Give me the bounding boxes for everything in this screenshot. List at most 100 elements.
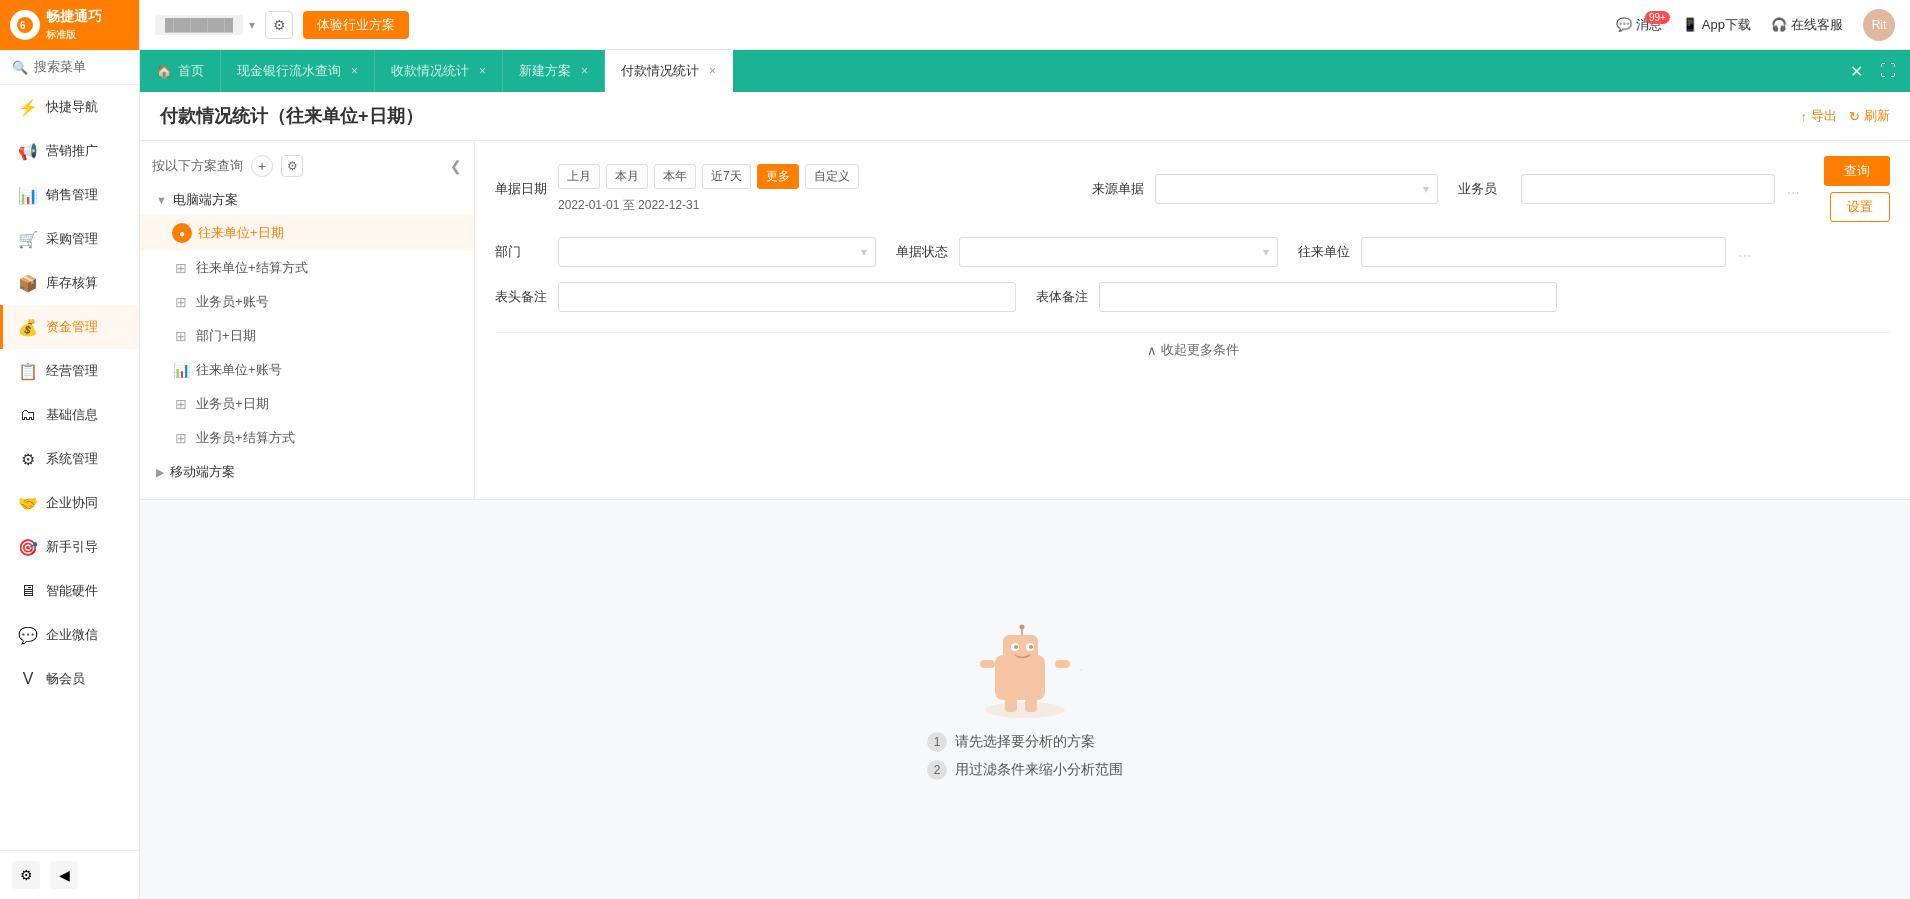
note-header-input[interactable] (558, 282, 1016, 312)
sidebar-item-quick-nav[interactable]: ⚡ 快捷导航 (0, 85, 139, 129)
scheme-gear-btn[interactable]: ⚙ (281, 155, 303, 177)
tip-num-2: 2 (927, 760, 947, 780)
last-7-btn[interactable]: 近7天 (702, 164, 751, 189)
topbar-right: 💬 消息 99+ 📱 App下载 🎧 在线客服 Rit (1616, 9, 1895, 41)
tabs-bar: 🏠 首页 现金银行流水查询 × 收款情况统计 × 新建方案 × 付款情况统计 ×… (140, 50, 1910, 92)
filter-salesperson-field: 业务员 ... (1458, 174, 1804, 204)
sidebar-item-label: 企业微信 (46, 626, 98, 644)
note-body-label: 表体备注 (1036, 288, 1091, 306)
topbar-dropdown-btn[interactable]: ▾ (249, 18, 255, 32)
scheme-grid-icon: ⊞ (172, 429, 190, 447)
filter-row-2: 部门 ▾ 单据状态 ▾ 往来单位 ... (495, 237, 1890, 267)
sidebar-item-member[interactable]: V 畅会员 (0, 657, 139, 701)
tab-home[interactable]: 🏠 首页 (140, 50, 221, 92)
more-btn[interactable]: 更多 (757, 164, 799, 189)
scheme-item-unit-settle[interactable]: ⊞ 往来单位+结算方式 (140, 251, 474, 285)
sidebar-item-basic[interactable]: 🗂 基础信息 (0, 393, 139, 437)
mobile-section-title[interactable]: ▶ 移动端方案 (140, 455, 474, 489)
avatar-text: Rit (1872, 18, 1887, 32)
topbar-service-btn[interactable]: 🎧 在线客服 (1771, 16, 1843, 34)
desktop-section-title[interactable]: ▼ 电脑端方案 (140, 185, 474, 215)
app-icon: 📱 (1682, 17, 1698, 32)
topbar-gear-btn[interactable]: ⚙ (265, 11, 293, 39)
tab-payment-stats[interactable]: 付款情况统计 × (605, 50, 733, 92)
scheme-item-dept-date[interactable]: ⊞ 部门+日期 (140, 319, 474, 353)
svg-rect-9 (980, 660, 995, 668)
scheme-item-staff-account[interactable]: ⊞ 业务员+账号 (140, 285, 474, 319)
collapse-more-btn[interactable]: ∧ 收起更多条件 (495, 332, 1890, 367)
sidebar-item-finance[interactable]: 💰 资金管理 (0, 305, 139, 349)
sidebar-item-operation[interactable]: 📋 经营管理 (0, 349, 139, 393)
settings-btn[interactable]: 设置 (1830, 192, 1890, 222)
company-name-label[interactable]: ████████ (155, 15, 243, 35)
sidebar-item-label: 基础信息 (46, 406, 98, 424)
empty-illustration (965, 620, 1085, 720)
sidebar-search[interactable]: 🔍 搜索菜单 (0, 50, 139, 85)
unit-select[interactable] (1361, 237, 1726, 267)
sidebar-item-sales[interactable]: 📊 销售管理 (0, 173, 139, 217)
empty-tips: 1 请先选择要分析的方案 2 用过滤条件来缩小分析范围 (927, 732, 1123, 780)
sidebar-item-label: 畅会员 (46, 670, 85, 688)
tip-num-1: 1 (927, 732, 947, 752)
source-doc-select[interactable]: ▾ (1155, 174, 1438, 204)
this-year-btn[interactable]: 本年 (654, 164, 696, 189)
scheme-item-unit-date[interactable]: ● 往来单位+日期 (140, 215, 474, 251)
sidebar-item-purchase[interactable]: 🛒 采购管理 (0, 217, 139, 261)
avatar[interactable]: Rit (1863, 9, 1895, 41)
scheme-item-unit-account[interactable]: 📊 往来单位+账号 (140, 353, 474, 387)
tab-payment-stats-label: 付款情况统计 (621, 62, 699, 80)
sidebar-item-collab[interactable]: 🤝 企业协同 (0, 481, 139, 525)
scheme-item-staff-date[interactable]: ⊞ 业务员+日期 (140, 387, 474, 421)
scheme-item-label: 往来单位+日期 (198, 224, 284, 242)
salesperson-dots[interactable]: ... (1783, 180, 1804, 198)
sidebar-item-hardware[interactable]: 🖥 智能硬件 (0, 569, 139, 613)
salesperson-select[interactable] (1521, 174, 1775, 204)
scheme-add-btn[interactable]: + (251, 155, 273, 177)
query-btn[interactable]: 查询 (1824, 156, 1890, 186)
tab-receivable[interactable]: 收款情况统计 × (375, 50, 503, 92)
tab-receivable-close[interactable]: × (479, 64, 486, 78)
refresh-btn[interactable]: ↻ 刷新 (1849, 107, 1890, 125)
custom-btn[interactable]: 自定义 (805, 164, 859, 189)
note-header-label: 表头备注 (495, 288, 550, 306)
sidebar-collapse-icon[interactable]: ◀ (50, 861, 78, 889)
svg-rect-4 (1003, 635, 1038, 665)
sidebar-item-marketing[interactable]: 📢 营销推广 (0, 129, 139, 173)
sidebar-item-wechat[interactable]: 💬 企业微信 (0, 613, 139, 657)
dept-select[interactable]: ▾ (558, 237, 876, 267)
unit-label: 往来单位 (1298, 243, 1353, 261)
sidebar-item-guide[interactable]: 🎯 新手引导 (0, 525, 139, 569)
sidebar-item-inventory[interactable]: 📦 库存核算 (0, 261, 139, 305)
tabs-expand-btn[interactable]: ⛶ (1876, 59, 1900, 83)
scheme-collapse-btn[interactable]: ❮ (450, 158, 462, 174)
tab-new-plan-close[interactable]: × (581, 64, 588, 78)
filter-row-3: 表头备注 表体备注 (495, 282, 1890, 312)
last-month-btn[interactable]: 上月 (558, 164, 600, 189)
sidebar: 6 畅捷通巧 标准版 🔍 搜索菜单 ⚡ 快捷导航 📢 营销推广 📊 销售管理 🛒… (0, 0, 140, 899)
experience-btn[interactable]: 体验行业方案 (303, 11, 409, 39)
topbar-app-btn[interactable]: 📱 App下载 (1682, 16, 1751, 34)
export-btn[interactable]: ↑ 导出 (1801, 107, 1838, 125)
empty-tip-1: 1 请先选择要分析的方案 (927, 732, 1123, 752)
tab-bank-flow-label: 现金银行流水查询 (237, 62, 341, 80)
sidebar-item-system[interactable]: ⚙ 系统管理 (0, 437, 139, 481)
sidebar-settings-icon[interactable]: ⚙ (12, 861, 40, 889)
doc-status-select[interactable]: ▾ (959, 237, 1277, 267)
sidebar-logo: 6 畅捷通巧 标准版 (0, 0, 139, 50)
topbar-msg-btn[interactable]: 💬 消息 99+ (1616, 16, 1662, 34)
tip-text-2: 用过滤条件来缩小分析范围 (955, 761, 1123, 779)
unit-dots[interactable]: ... (1734, 243, 1755, 261)
basic-icon: 🗂 (18, 405, 38, 425)
note-body-input[interactable] (1099, 282, 1557, 312)
tab-bank-flow[interactable]: 现金银行流水查询 × (221, 50, 375, 92)
scheme-panel: 按以下方案查询 + ⚙ ❮ ▼ 电脑端方案 ● 往来单位+日期 ⊞ 往来单位+结… (140, 141, 475, 499)
tab-new-plan[interactable]: 新建方案 × (503, 50, 605, 92)
select-arrow-icon: ▾ (1423, 182, 1429, 196)
tab-bank-flow-close[interactable]: × (351, 64, 358, 78)
tab-payment-stats-close[interactable]: × (709, 64, 716, 78)
doc-status-label: 单据状态 (896, 243, 951, 261)
scheme-item-label: 业务员+账号 (196, 293, 269, 311)
this-month-btn[interactable]: 本月 (606, 164, 648, 189)
tabs-close-all-btn[interactable]: ✕ (1844, 59, 1868, 83)
scheme-item-staff-settle[interactable]: ⊞ 业务员+结算方式 (140, 421, 474, 455)
